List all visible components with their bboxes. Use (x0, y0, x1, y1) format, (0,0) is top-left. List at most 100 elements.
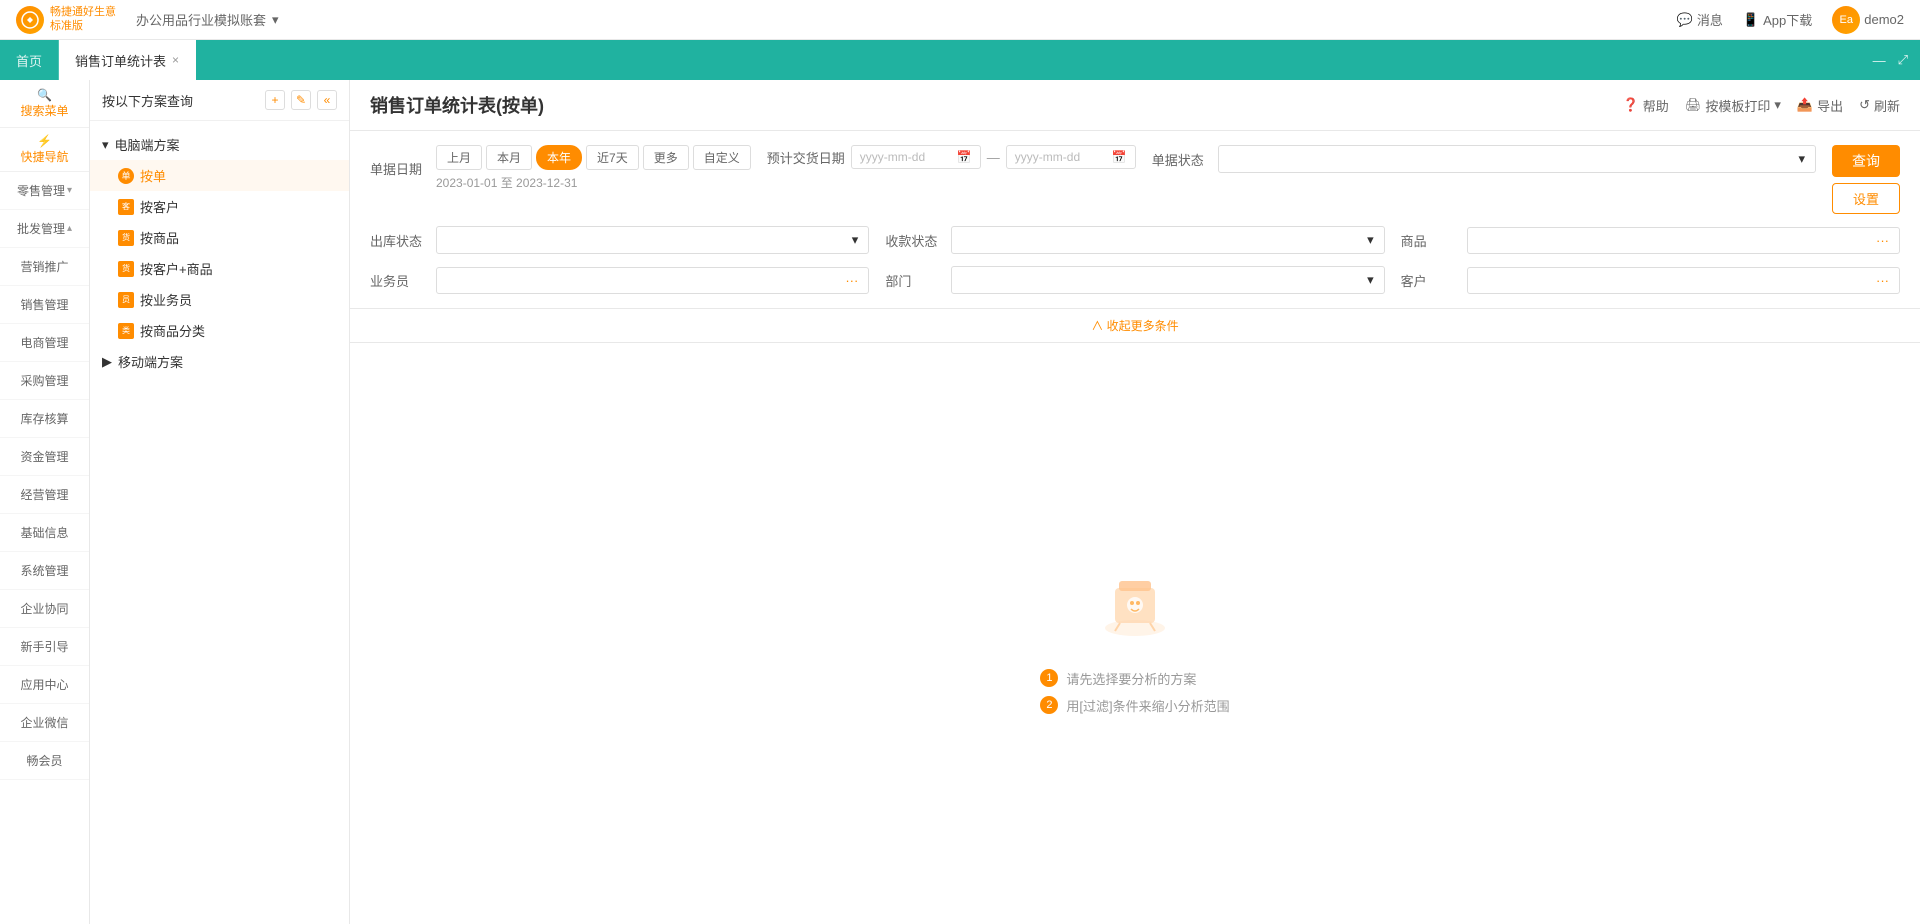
scheme-item-3[interactable]: 货 按客户+商品 (90, 253, 349, 284)
help-icon: ❓ (1623, 97, 1639, 113)
collapse-panel-button[interactable]: « (317, 90, 337, 110)
scheme-icon-1: 客 (118, 199, 134, 215)
purchase-label: 采购管理 (20, 372, 68, 389)
tab-sales-order[interactable]: 销售订单统计表 × (59, 40, 196, 80)
user-item[interactable]: Ea demo2 (1832, 6, 1904, 34)
sidebar-item-wechat[interactable]: 企业微信 (0, 704, 89, 742)
date-btn-thisyear[interactable]: 本年 (536, 145, 582, 170)
search-label: 搜索菜单 (8, 102, 81, 119)
payment-status-select[interactable]: ▾ (951, 226, 1384, 254)
sidebar-item-system[interactable]: 系统管理 (0, 552, 89, 590)
expected-date-end[interactable]: yyyy-mm-dd 📅 (1006, 145, 1136, 169)
tab-home[interactable]: 首页 (0, 40, 59, 80)
sidebar-item-apps[interactable]: 应用中心 (0, 666, 89, 704)
scheme-icon-3: 货 (118, 261, 134, 277)
date-btn-thismonth[interactable]: 本月 (486, 145, 532, 170)
tab-close-icon[interactable]: × (172, 53, 179, 67)
help-button[interactable]: ❓ 帮助 (1623, 96, 1669, 115)
print-button[interactable]: 🖨 按模板打印 ▾ (1685, 96, 1781, 115)
minimize-icon[interactable]: — (1873, 53, 1886, 68)
breadcrumb[interactable]: 办公用品行业模拟账套 ▾ (136, 10, 279, 29)
sidebar-item-wholesale[interactable]: 批发管理 ▴ (0, 210, 89, 248)
sidebar-search[interactable]: 🔍 搜索菜单 (0, 80, 89, 128)
sidebar-item-member[interactable]: 畅会员 (0, 742, 89, 780)
sidebar-item-operations[interactable]: 经营管理 (0, 476, 89, 514)
app-download-label: App下载 (1763, 10, 1812, 29)
date-btn-custom[interactable]: 自定义 (693, 145, 751, 170)
edit-scheme-button[interactable]: ✎ (291, 90, 311, 110)
scheme-item-1[interactable]: 客 按客户 (90, 191, 349, 222)
add-scheme-button[interactable]: + (265, 90, 285, 110)
salesperson-ellipsis[interactable]: ··· (845, 273, 858, 288)
date-btn-more[interactable]: 更多 (643, 145, 689, 170)
query-button[interactable]: 查询 (1832, 145, 1900, 177)
tip-num-2: 2 (1040, 696, 1058, 714)
out-status-arrow: ▾ (852, 232, 859, 248)
wholesale-label: 批发管理 (17, 220, 65, 237)
scheme-group-pc[interactable]: ▾ 电脑端方案 (90, 129, 349, 160)
sidebar-item-marketing[interactable]: 营销推广 (0, 248, 89, 286)
sidebar-item-sales[interactable]: 销售管理 (0, 286, 89, 324)
top-header: 畅捷通好生意 标准版 办公用品行业模拟账套 ▾ 💬 消息 📱 App下载 Ea … (0, 0, 1920, 40)
message-item[interactable]: 💬 消息 (1677, 10, 1723, 29)
status-select[interactable]: ▾ (1218, 145, 1816, 173)
export-label: 导出 (1817, 96, 1843, 115)
scheme-item-5[interactable]: 类 按商品分类 (90, 315, 349, 346)
customer-ellipsis[interactable]: ··· (1876, 273, 1889, 288)
goods-ellipsis[interactable]: ··· (1876, 233, 1889, 248)
salesperson-label: 业务员 (370, 271, 430, 290)
mobile-group-label: 移动端方案 (118, 352, 183, 371)
export-button[interactable]: 📤 导出 (1797, 96, 1843, 115)
sidebar-item-enterprise[interactable]: 企业协同 (0, 590, 89, 628)
date-range: 2023-01-01 至 2023-12-31 (436, 174, 751, 191)
pc-group-arrow: ▾ (102, 137, 109, 153)
scheme-icon-4: 员 (118, 292, 134, 308)
scheme-label-3: 按客户+商品 (140, 259, 213, 278)
calendar-icon-end: 📅 (1112, 150, 1127, 164)
expected-date-start[interactable]: yyyy-mm-dd 📅 (851, 145, 981, 169)
customer-input[interactable]: ··· (1467, 267, 1900, 294)
sidebar-item-finance[interactable]: 资金管理 (0, 438, 89, 476)
sidebar-item-inventory[interactable]: 库存核算 (0, 400, 89, 438)
refresh-button[interactable]: ↺ 刷新 (1859, 96, 1900, 115)
scheme-icon-0: 单 (118, 168, 134, 184)
department-select[interactable]: ▾ (951, 266, 1384, 294)
sidebar-item-purchase[interactable]: 采购管理 (0, 362, 89, 400)
date-sep: — (987, 150, 1000, 165)
header-left: 畅捷通好生意 标准版 办公用品行业模拟账套 ▾ (16, 6, 279, 34)
empty-state: 1 请先选择要分析的方案 2 用[过滤]条件来缩小分析范围 (350, 343, 1920, 924)
sidebar-item-retail[interactable]: 零售管理 ▾ (0, 172, 89, 210)
left-panel-actions: + ✎ « (265, 90, 337, 110)
app-download-item[interactable]: 📱 App下载 (1743, 10, 1812, 29)
sidebar-item-ecommerce[interactable]: 电商管理 (0, 324, 89, 362)
print-arrow: ▾ (1774, 97, 1781, 113)
enterprise-label: 企业协同 (20, 600, 68, 617)
date-btn-7days[interactable]: 近7天 (586, 145, 639, 170)
scheme-item-2[interactable]: 货 按商品 (90, 222, 349, 253)
setting-button[interactable]: 设置 (1832, 183, 1900, 214)
out-status-select[interactable]: ▾ (436, 226, 869, 254)
collapse-bar[interactable]: ∧ 收起更多条件 (350, 309, 1920, 343)
goods-input[interactable]: ··· (1467, 227, 1900, 254)
sidebar-item-newbie[interactable]: 新手引导 (0, 628, 89, 666)
retail-label: 零售管理 (17, 182, 65, 199)
scheme-icon-5: 类 (118, 323, 134, 339)
scheme-group-mobile[interactable]: ▶ 移动端方案 (90, 346, 349, 377)
scheme-item-4[interactable]: 员 按业务员 (90, 284, 349, 315)
empty-tips: 1 请先选择要分析的方案 2 用[过滤]条件来缩小分析范围 (1040, 669, 1229, 715)
wechat-label: 企业微信 (20, 714, 68, 731)
date-btn-lastmonth[interactable]: 上月 (436, 145, 482, 170)
scheme-item-0[interactable]: 单 按单 (90, 160, 349, 191)
maximize-icon[interactable]: ⤢ (1898, 52, 1908, 68)
tip-text-1: 请先选择要分析的方案 (1066, 669, 1196, 688)
tip-num-1: 1 (1040, 669, 1058, 687)
wholesale-arrow: ▴ (67, 223, 72, 234)
operations-label: 经营管理 (20, 486, 68, 503)
goods-label: 商品 (1401, 231, 1461, 250)
sidebar-item-basic[interactable]: 基础信息 (0, 514, 89, 552)
help-label: 帮助 (1643, 96, 1669, 115)
salesperson-input[interactable]: ··· (436, 267, 869, 294)
sidebar-nav-shortcut[interactable]: ⚡ 快捷导航 (0, 128, 89, 172)
left-panel-title: 按以下方案查询 (102, 91, 193, 110)
print-label: 按模板打印 (1705, 96, 1770, 115)
